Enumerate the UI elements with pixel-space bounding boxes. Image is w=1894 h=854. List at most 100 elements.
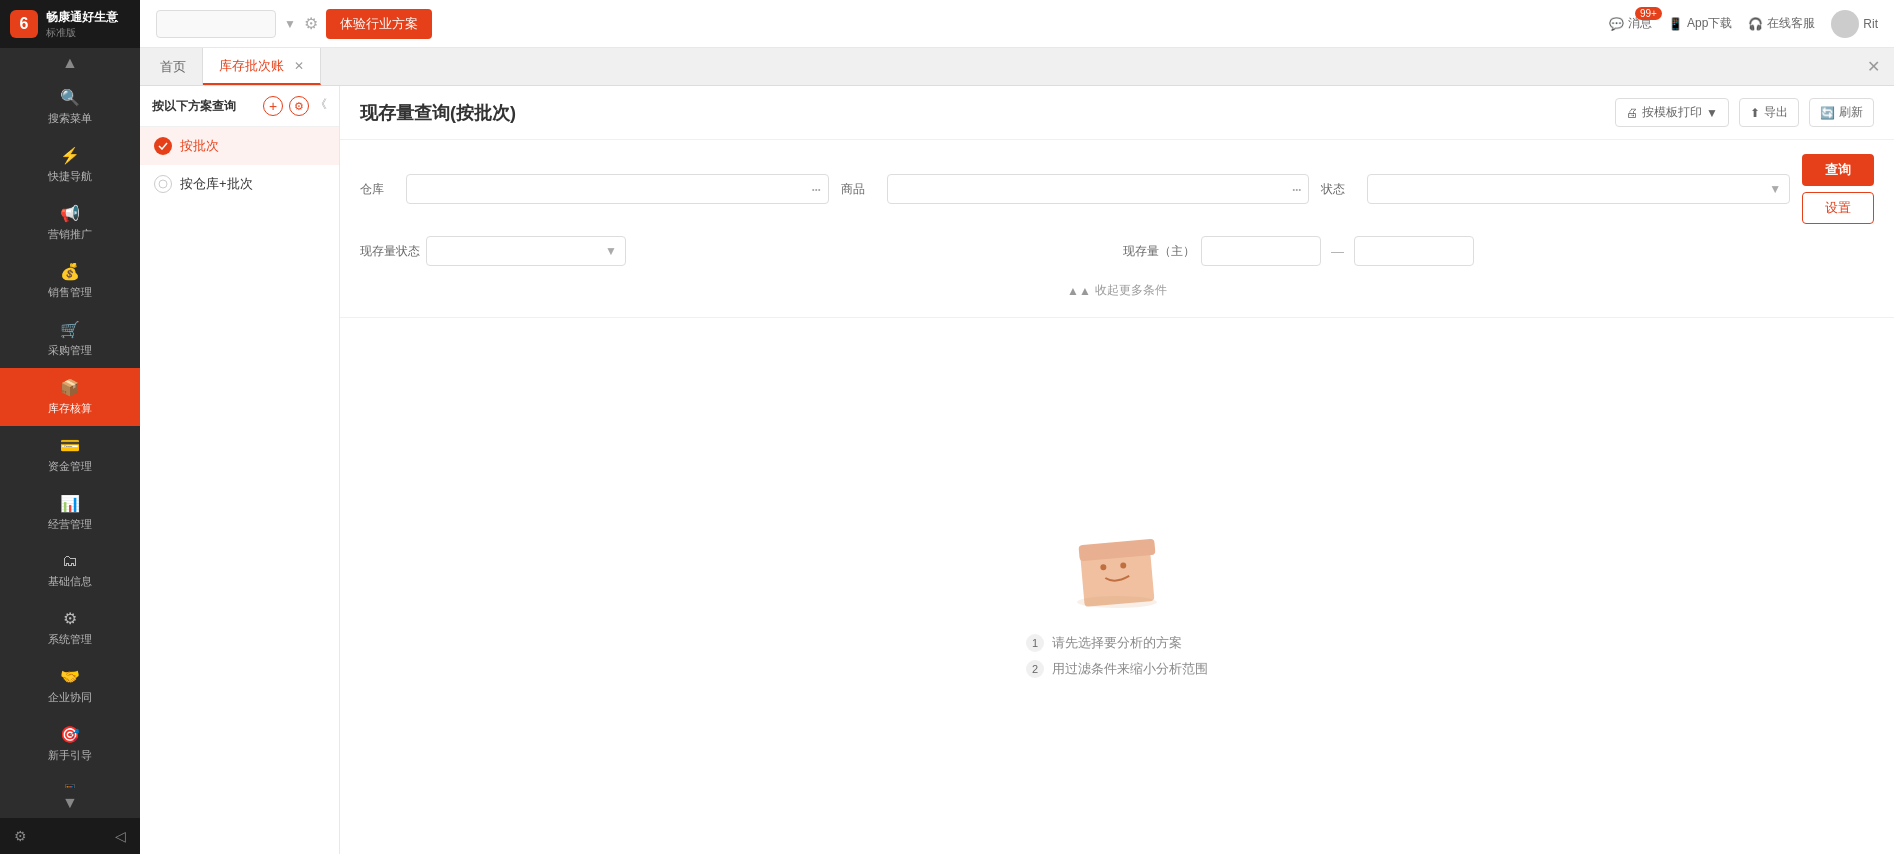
app-logo: 6 — [10, 10, 38, 38]
collapse-sidebar-icon[interactable]: ◁ — [115, 828, 126, 844]
tab-batch-inventory-label: 库存批次账 — [219, 57, 284, 75]
sidebar-item-sales[interactable]: 💰 销售管理 — [0, 252, 140, 310]
inventory-status-select[interactable]: ▼ — [426, 236, 626, 266]
collapse-left-panel-icon[interactable]: 《 — [315, 96, 327, 116]
sidebar-item-search[interactable]: 🔍 搜索菜单 — [0, 78, 140, 136]
messages-button[interactable]: 💬 消息 99+ — [1609, 15, 1652, 32]
enterprise-icon: 🤝 — [60, 667, 80, 686]
right-panel: 现存量查询(按批次) 🖨 按模板打印 ▼ ⬆ 导出 🔄 刷新 — [340, 86, 1894, 854]
sidebar-nav: 🔍 搜索菜单 ⚡ 快捷导航 📢 营销推广 💰 销售管理 🛒 采购管理 📦 库存核… — [0, 78, 140, 788]
sidebar-item-system[interactable]: ⚙ 系统管理 — [0, 599, 140, 657]
query-button[interactable]: 查询 — [1802, 154, 1874, 186]
svg-point-0 — [159, 180, 167, 188]
sidebar-footer: ⚙ ◁ — [0, 818, 140, 854]
app-version: 标准版 — [46, 26, 118, 40]
tab-home[interactable]: 首页 — [140, 48, 203, 85]
export-button[interactable]: ⬆ 导出 — [1739, 98, 1799, 127]
search-icon: 🔍 — [60, 88, 80, 107]
tab-home-label: 首页 — [160, 58, 186, 76]
product-input[interactable]: ··· — [887, 174, 1310, 204]
sales-icon: 💰 — [60, 262, 80, 281]
sidebar-label-operation: 经营管理 — [48, 517, 92, 532]
print-icon: 🖨 — [1626, 106, 1638, 120]
download-icon: 📱 — [1668, 17, 1683, 31]
print-button[interactable]: 🖨 按模板打印 ▼ — [1615, 98, 1729, 127]
empty-illustration — [1057, 494, 1177, 614]
sidebar-label-purchase: 采购管理 — [48, 343, 92, 358]
sidebar-item-shortcut[interactable]: ⚡ 快捷导航 — [0, 136, 140, 194]
sidebar-item-marketing[interactable]: 📢 营销推广 — [0, 194, 140, 252]
purchase-icon: 🛒 — [60, 320, 80, 339]
marketing-icon: 📢 — [60, 204, 80, 223]
collapse-label: 收起更多条件 — [1095, 282, 1167, 299]
hint-num-1: 1 — [1026, 634, 1044, 652]
sidebar-label-system: 系统管理 — [48, 632, 92, 647]
scheme-warehouse-batch-label: 按仓库+批次 — [180, 175, 253, 193]
sidebar-scroll-up[interactable]: ▲ — [0, 48, 140, 78]
sidebar-item-operation[interactable]: 📊 经营管理 — [0, 484, 140, 542]
sidebar-label-marketing: 营销推广 — [48, 227, 92, 242]
page-actions: 🖨 按模板打印 ▼ ⬆ 导出 🔄 刷新 — [1615, 98, 1874, 127]
product-filter-group: 商品 ··· — [841, 174, 1310, 204]
filter-area: 仓库 ··· 商品 ··· 状态 — [340, 140, 1894, 318]
warehouse-input[interactable]: ··· — [406, 174, 829, 204]
app-download-button[interactable]: 📱 App下载 — [1668, 15, 1732, 32]
scheme-warehouse-batch[interactable]: 按仓库+批次 — [140, 165, 339, 203]
sidebar-scroll-down[interactable]: ▼ — [0, 788, 140, 818]
sidebar-item-purchase[interactable]: 🛒 采购管理 — [0, 310, 140, 368]
topbar: ▼ ⚙ 体验行业方案 💬 消息 99+ 📱 App下载 🎧 在线客服 Rit — [140, 0, 1894, 48]
sidebar-item-appstore[interactable]: 📱 应用中心 — [0, 773, 140, 788]
tab-panel-close-icon[interactable]: ✕ — [1853, 57, 1894, 76]
topbar-dropdown-icon[interactable]: ▼ — [284, 17, 296, 31]
qty-range-dash: — — [1327, 244, 1348, 259]
sidebar-item-inventory[interactable]: 📦 库存核算 — [0, 368, 140, 426]
sidebar-item-basic[interactable]: 🗂 基础信息 — [0, 542, 140, 599]
inventory-qty-filter-group: 现存量（主） — — [1123, 236, 1874, 266]
filter-row-2: 现存量状态 ▼ 现存量（主） — — [360, 236, 1874, 266]
inventory-qty-min-input[interactable] — [1201, 236, 1321, 266]
print-dropdown-icon[interactable]: ▼ — [1706, 106, 1718, 120]
sidebar: 6 畅康通好生意 标准版 ▲ 🔍 搜索菜单 ⚡ 快捷导航 📢 营销推广 💰 销售… — [0, 0, 140, 854]
product-more-icon[interactable]: ··· — [1291, 179, 1300, 200]
product-label: 商品 — [841, 181, 881, 198]
settings-icon[interactable]: ⚙ — [14, 828, 27, 844]
refresh-button[interactable]: 🔄 刷新 — [1809, 98, 1874, 127]
topbar-search-input[interactable] — [156, 10, 276, 38]
scheme-settings-button[interactable]: ⚙ — [289, 96, 309, 116]
warehouse-more-icon[interactable]: ··· — [811, 179, 820, 200]
sidebar-header: 6 畅康通好生意 标准版 — [0, 0, 140, 48]
sidebar-item-finance[interactable]: 💳 资金管理 — [0, 426, 140, 484]
collapse-filter-btn[interactable]: ▲▲ 收起更多条件 — [360, 278, 1874, 303]
sidebar-label-finance: 资金管理 — [48, 459, 92, 474]
tab-batch-inventory[interactable]: 库存批次账 ✕ — [203, 48, 321, 85]
status-select[interactable]: ▼ — [1367, 174, 1790, 204]
inventory-qty-max-input[interactable] — [1354, 236, 1474, 266]
page-title: 现存量查询(按批次) — [360, 101, 516, 125]
system-icon: ⚙ — [63, 609, 77, 628]
sidebar-label-guide: 新手引导 — [48, 748, 92, 763]
online-service-button[interactable]: 🎧 在线客服 — [1748, 15, 1815, 32]
add-scheme-button[interactable]: + — [263, 96, 283, 116]
sidebar-label-sales: 销售管理 — [48, 285, 92, 300]
scheme-batch-label: 按批次 — [180, 137, 219, 155]
operation-icon: 📊 — [60, 494, 80, 513]
company-name: 畅康通好生意 — [46, 9, 118, 26]
trial-button[interactable]: 体验行业方案 — [326, 9, 432, 39]
tab-close-icon[interactable]: ✕ — [294, 59, 304, 73]
settings-button[interactable]: 设置 — [1802, 192, 1874, 224]
user-name: Rit — [1863, 17, 1878, 31]
hint-text-2: 用过滤条件来缩小分析范围 — [1052, 660, 1208, 678]
finance-icon: 💳 — [60, 436, 80, 455]
empty-hint-2: 2 用过滤条件来缩小分析范围 — [1026, 660, 1208, 678]
sidebar-item-enterprise[interactable]: 🤝 企业协同 — [0, 657, 140, 715]
scheme-batch[interactable]: 按批次 — [140, 127, 339, 165]
user-profile-button[interactable]: Rit — [1831, 10, 1878, 38]
status-label: 状态 — [1321, 181, 1361, 198]
messages-badge: 99+ — [1635, 7, 1662, 20]
sidebar-search-label: 搜索菜单 — [48, 111, 92, 126]
settings-gear-icon[interactable]: ⚙ — [304, 14, 318, 33]
empty-hints: 1 请先选择要分析的方案 2 用过滤条件来缩小分析范围 — [1026, 634, 1208, 678]
online-service-label: 在线客服 — [1767, 15, 1815, 32]
sidebar-item-guide[interactable]: 🎯 新手引导 — [0, 715, 140, 773]
hint-text-1: 请先选择要分析的方案 — [1052, 634, 1182, 652]
